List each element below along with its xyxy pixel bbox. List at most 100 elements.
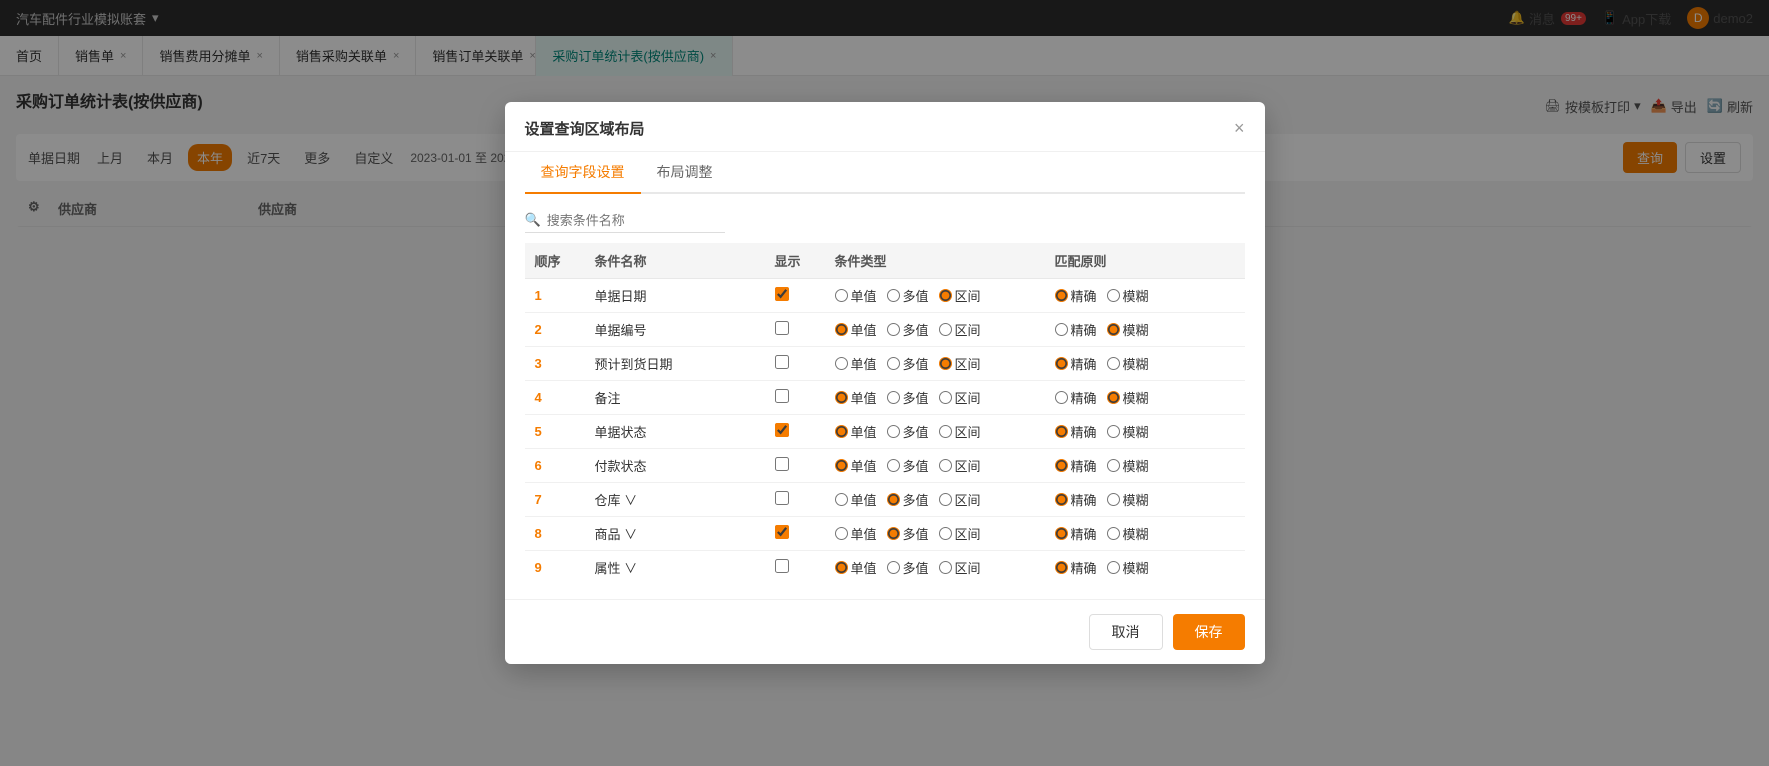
display-checkbox[interactable] <box>775 457 789 471</box>
type-radio-item[interactable]: 单值 <box>835 490 877 509</box>
modal-header: 设置查询区域布局 × <box>505 102 1265 152</box>
match-radio-item[interactable]: 模糊 <box>1107 354 1149 373</box>
table-row: 3预计到货日期单值多值区间精确模糊 <box>525 347 1245 381</box>
match-radio-item[interactable]: 模糊 <box>1107 456 1149 475</box>
match-radio-item[interactable]: 精确 <box>1055 320 1097 339</box>
row-match-cell: 精确模糊 <box>1045 381 1245 415</box>
modal-tab-fields[interactable]: 查询字段设置 <box>525 152 641 194</box>
type-radio-item[interactable]: 多值 <box>887 354 929 373</box>
display-checkbox[interactable] <box>775 287 789 301</box>
row-condition-name: 备注 <box>585 381 765 415</box>
modal-overlay[interactable]: 设置查询区域布局 × 查询字段设置 布局调整 🔍 顺序 条件名 <box>0 0 1769 766</box>
row-type-cell: 单值多值区间 <box>825 347 1045 381</box>
type-radio-item[interactable]: 区间 <box>939 490 981 509</box>
display-checkbox[interactable] <box>775 355 789 369</box>
match-radio-item[interactable]: 精确 <box>1055 388 1097 407</box>
modal-footer: 取消 保存 <box>505 599 1265 664</box>
modal-close-button[interactable]: × <box>1234 118 1245 139</box>
row-condition-name: 单据状态 <box>585 415 765 449</box>
type-radio-item[interactable]: 单值 <box>835 422 877 441</box>
row-display-cell <box>765 381 825 415</box>
type-radio-item[interactable]: 区间 <box>939 422 981 441</box>
type-radio-item[interactable]: 多值 <box>887 490 929 509</box>
type-radio-item[interactable]: 单值 <box>835 558 877 577</box>
row-type-cell: 单值多值区间 <box>825 313 1045 347</box>
match-radio-item[interactable]: 模糊 <box>1107 558 1149 577</box>
th-order: 顺序 <box>525 243 585 279</box>
table-row: 1单据日期单值多值区间精确模糊 <box>525 279 1245 313</box>
type-radio-item[interactable]: 区间 <box>939 524 981 543</box>
type-radio-item[interactable]: 单值 <box>835 456 877 475</box>
row-order: 3 <box>525 347 585 381</box>
type-radio-item[interactable]: 单值 <box>835 388 877 407</box>
match-radio-item[interactable]: 精确 <box>1055 422 1097 441</box>
display-checkbox[interactable] <box>775 423 789 437</box>
row-display-cell <box>765 449 825 483</box>
condition-search-box[interactable]: 🔍 <box>525 208 725 233</box>
row-display-cell <box>765 483 825 517</box>
row-condition-name: 商品 ∨ <box>585 517 765 551</box>
type-radio-item[interactable]: 区间 <box>939 354 981 373</box>
type-radio-item[interactable]: 多值 <box>887 320 929 339</box>
type-radio-item[interactable]: 多值 <box>887 524 929 543</box>
row-condition-name: 预计到货日期 <box>585 347 765 381</box>
type-radio-item[interactable]: 多值 <box>887 422 929 441</box>
row-type-cell: 单值多值区间 <box>825 415 1045 449</box>
display-checkbox[interactable] <box>775 321 789 335</box>
modal-body: 查询字段设置 布局调整 🔍 顺序 条件名称 显示 条件类型 <box>505 152 1265 599</box>
th-match: 匹配原则 <box>1045 243 1245 279</box>
table-row: 7仓库 ∨单值多值区间精确模糊 <box>525 483 1245 517</box>
type-radio-item[interactable]: 多值 <box>887 456 929 475</box>
type-radio-item[interactable]: 区间 <box>939 388 981 407</box>
row-condition-name: 属性 ∨ <box>585 551 765 584</box>
row-match-cell: 精确模糊 <box>1045 483 1245 517</box>
match-radio-item[interactable]: 模糊 <box>1107 286 1149 305</box>
type-radio-item[interactable]: 单值 <box>835 354 877 373</box>
type-radio-item[interactable]: 多值 <box>887 558 929 577</box>
match-radio-item[interactable]: 模糊 <box>1107 388 1149 407</box>
type-radio-item[interactable]: 区间 <box>939 320 981 339</box>
row-type-cell: 单值多值区间 <box>825 449 1045 483</box>
display-checkbox[interactable] <box>775 491 789 505</box>
condition-search-input[interactable] <box>547 213 707 228</box>
type-radio-item[interactable]: 单值 <box>835 320 877 339</box>
type-radio-item[interactable]: 多值 <box>887 286 929 305</box>
th-name: 条件名称 <box>585 243 765 279</box>
type-radio-item[interactable]: 区间 <box>939 558 981 577</box>
save-button[interactable]: 保存 <box>1173 614 1245 650</box>
cancel-button[interactable]: 取消 <box>1089 614 1163 650</box>
match-radio-item[interactable]: 精确 <box>1055 354 1097 373</box>
match-radio-item[interactable]: 模糊 <box>1107 490 1149 509</box>
row-order: 7 <box>525 483 585 517</box>
match-radio-item[interactable]: 模糊 <box>1107 422 1149 441</box>
type-radio-item[interactable]: 单值 <box>835 524 877 543</box>
type-radio-item[interactable]: 单值 <box>835 286 877 305</box>
row-type-cell: 单值多值区间 <box>825 483 1045 517</box>
modal-tab-layout[interactable]: 布局调整 <box>641 152 729 194</box>
match-radio-item[interactable]: 模糊 <box>1107 320 1149 339</box>
match-radio-item[interactable]: 精确 <box>1055 558 1097 577</box>
display-checkbox[interactable] <box>775 559 789 573</box>
display-checkbox[interactable] <box>775 389 789 403</box>
type-radio-item[interactable]: 区间 <box>939 286 981 305</box>
display-checkbox[interactable] <box>775 525 789 539</box>
row-type-cell: 单值多值区间 <box>825 279 1045 313</box>
type-radio-item[interactable]: 区间 <box>939 456 981 475</box>
match-radio-item[interactable]: 模糊 <box>1107 524 1149 543</box>
type-radio-item[interactable]: 多值 <box>887 388 929 407</box>
match-radio-item[interactable]: 精确 <box>1055 490 1097 509</box>
table-row: 5单据状态单值多值区间精确模糊 <box>525 415 1245 449</box>
settings-table: 顺序 条件名称 显示 条件类型 匹配原则 1单据日期单值多值区间精确模糊2单据编… <box>525 243 1245 583</box>
row-match-cell: 精确模糊 <box>1045 279 1245 313</box>
search-icon: 🔍 <box>525 212 541 228</box>
match-radio-item[interactable]: 精确 <box>1055 524 1097 543</box>
match-radio-item[interactable]: 精确 <box>1055 286 1097 305</box>
table-row: 8商品 ∨单值多值区间精确模糊 <box>525 517 1245 551</box>
row-condition-name: 付款状态 <box>585 449 765 483</box>
settings-modal: 设置查询区域布局 × 查询字段设置 布局调整 🔍 顺序 条件名 <box>505 102 1265 664</box>
row-display-cell <box>765 415 825 449</box>
row-match-cell: 精确模糊 <box>1045 551 1245 584</box>
th-display: 显示 <box>765 243 825 279</box>
match-radio-item[interactable]: 精确 <box>1055 456 1097 475</box>
row-display-cell <box>765 279 825 313</box>
